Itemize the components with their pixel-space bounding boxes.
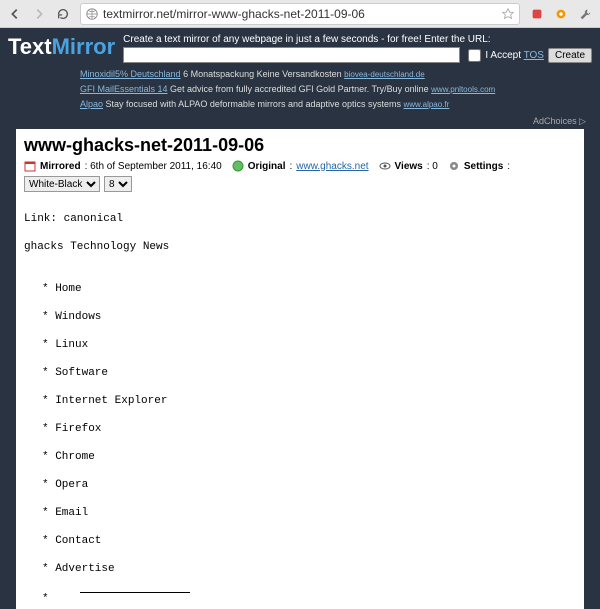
- mirrored-text: Link: canonical ghacks Technology News H…: [24, 198, 576, 609]
- back-button[interactable]: [4, 3, 26, 25]
- browser-toolbar: textmirror.net/mirror-www-ghacks-net-201…: [0, 0, 600, 28]
- gear-icon: [448, 160, 460, 172]
- list-item: Email: [42, 506, 576, 520]
- ad-line[interactable]: Alpao Stay focused with ALPAO deformable…: [80, 97, 592, 112]
- original-label: Original: [248, 161, 286, 172]
- logo[interactable]: TextMirror: [8, 34, 115, 60]
- extension-gear-icon[interactable]: [550, 3, 572, 25]
- fontsize-select[interactable]: 8: [104, 176, 132, 192]
- url-text: textmirror.net/mirror-www-ghacks-net-201…: [103, 7, 501, 21]
- list-item: Firefox: [42, 422, 576, 436]
- list-item: Internet Explorer: [42, 394, 576, 408]
- tos-link[interactable]: TOS: [524, 50, 544, 61]
- meta-bar: Mirrored: 6th of September 2011, 16:40 O…: [24, 160, 576, 192]
- address-bar[interactable]: textmirror.net/mirror-www-ghacks-net-201…: [80, 3, 520, 25]
- forward-button[interactable]: [28, 3, 50, 25]
- adchoices-link[interactable]: AdChoices ▷: [8, 114, 592, 129]
- ad-line[interactable]: GFI MailEssentials 14 Get advice from fu…: [80, 82, 592, 97]
- nav-list: Home Windows Linux Software Internet Exp…: [42, 268, 576, 609]
- wrench-icon[interactable]: [574, 3, 596, 25]
- tos-label: I Accept TOS: [485, 50, 544, 61]
- bookmark-star-icon[interactable]: [501, 7, 515, 21]
- tos-checkbox[interactable]: [468, 49, 481, 62]
- list-item: Contact: [42, 534, 576, 548]
- page-title: www-ghacks-net-2011-09-06: [24, 135, 576, 156]
- list-item: Chrome: [42, 450, 576, 464]
- list-item: Opera: [42, 478, 576, 492]
- list-item: Linux: [42, 338, 576, 352]
- tagline: Create a text mirror of any webpage in j…: [123, 34, 592, 45]
- mirrored-label: Mirrored: [40, 161, 81, 172]
- eye-icon: [379, 160, 391, 172]
- globe-icon: [232, 160, 244, 172]
- list-item: Software: [42, 366, 576, 380]
- site-header: TextMirror Create a text mirror of any w…: [0, 28, 600, 609]
- settings-label: Settings: [464, 161, 503, 172]
- calendar-icon: [24, 160, 36, 172]
- original-link[interactable]: www.ghacks.net: [296, 161, 368, 172]
- theme-select[interactable]: White-Black: [24, 176, 100, 192]
- list-item: Windows: [42, 310, 576, 324]
- reload-button[interactable]: [52, 3, 74, 25]
- mirror-url-input[interactable]: [123, 47, 460, 63]
- extension-icon[interactable]: [526, 3, 548, 25]
- ad-line[interactable]: Minoxidil5% Deutschland 6 Monatspackung …: [80, 67, 592, 82]
- main-content: www-ghacks-net-2011-09-06 Mirrored: 6th …: [16, 129, 584, 609]
- create-button[interactable]: Create: [548, 48, 592, 63]
- list-item: Home: [42, 282, 576, 296]
- list-item: Advertise: [42, 562, 576, 576]
- ads-block: Minoxidil5% Deutschland 6 Monatspackung …: [80, 67, 592, 112]
- views-label: Views: [395, 161, 423, 172]
- list-item: [42, 590, 576, 606]
- globe-icon: [85, 7, 99, 21]
